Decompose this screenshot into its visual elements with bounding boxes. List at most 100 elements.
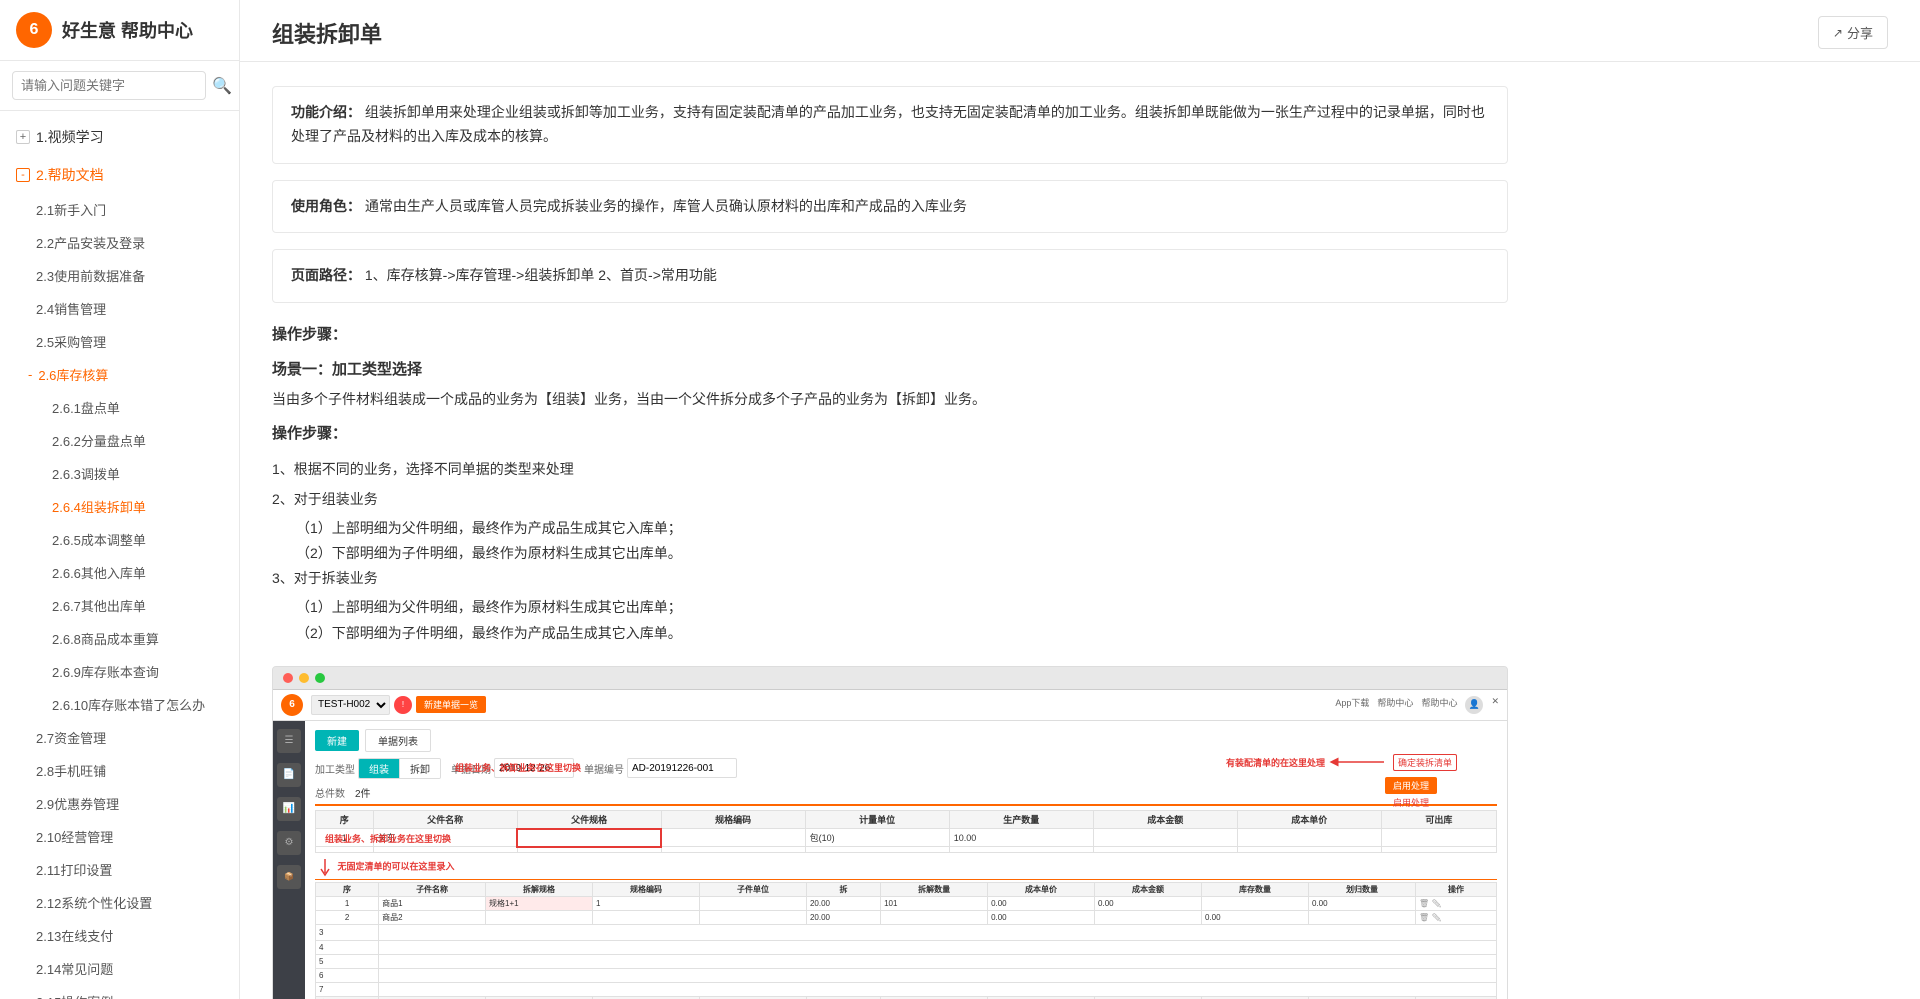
- mock-sub-r2-alloc: [1308, 910, 1415, 924]
- mock-sub-r1-qty: 101: [881, 896, 988, 910]
- mock-list-tab[interactable]: 单据列表: [365, 729, 431, 752]
- mock-apply-btn[interactable]: 启用处理: [1385, 777, 1437, 794]
- sidebar-item-payment[interactable]: 2.13在线支付: [0, 919, 239, 952]
- mock-sub-r1-unit: [699, 896, 806, 910]
- sidebar-item-goods-cost[interactable]: 2.6.8商品成本重算: [0, 622, 239, 655]
- mock-annotation-assembly-type: 组装业务、拆卸业务在这里切换: [325, 832, 451, 845]
- mock-no-field: 单据编号: [584, 758, 737, 778]
- mock-sub-th-op: 操作: [1415, 882, 1496, 896]
- mock-main-area: 新建 单据列表 加工类型 组装 拆卸 单据日期: [305, 721, 1507, 999]
- mock-divider: [315, 804, 1497, 806]
- feature-intro-text: 组装拆卸单用来处理企业组装或拆卸等加工业务，支持有固定装配清单的产品加工业务，也…: [291, 104, 1485, 144]
- search-button[interactable]: 🔍: [212, 76, 232, 96]
- sidebar-item-system[interactable]: 2.12系统个性化设置: [0, 886, 239, 919]
- path-label: 页面路径：: [291, 267, 361, 283]
- sidebar-item-print[interactable]: 2.11打印设置: [0, 853, 239, 886]
- mock-no-input[interactable]: [627, 758, 737, 778]
- mock-sub-r4-rest: [379, 940, 1497, 954]
- sidebar-item-other-out[interactable]: 2.6.7其他出库单: [0, 589, 239, 622]
- mock-sub-r5-rest: [379, 954, 1497, 968]
- mock-parent-cell-spec: [517, 829, 661, 847]
- path-block: 页面路径： 1、库存核算->库存管理->组装拆卸单 2、首页->常用功能: [272, 249, 1508, 303]
- mock-new-tab[interactable]: 新建: [315, 730, 359, 751]
- sidebar-item-assembly[interactable]: 2.6.4组装拆卸单: [0, 490, 239, 523]
- sidebar-item-newcomer[interactable]: 2.1新手入门: [0, 193, 239, 226]
- mock-sub-r1-edit[interactable]: ✏: [1431, 899, 1441, 908]
- mock-sub-r5-seq: 5: [316, 954, 379, 968]
- mock-sub-r1-op: 🗑 ✏: [1415, 896, 1496, 910]
- sidebar-item-mobile[interactable]: 2.8手机旺铺: [0, 754, 239, 787]
- expand-icon: +: [16, 130, 30, 144]
- mock-annotation-enable: 启用处理: [1393, 796, 1429, 809]
- mock-sidebar-icon-2: 📄: [277, 763, 301, 787]
- sidebar-item-partial-stocktake[interactable]: 2.6.2分量盘点单: [0, 424, 239, 457]
- sidebar-item-stocktake[interactable]: 2.6.1盘点单: [0, 391, 239, 424]
- sidebar-item-finance[interactable]: 2.7资金管理: [0, 721, 239, 754]
- mock-sub-th-qty: 拆解数量: [881, 882, 988, 896]
- mock-sidebar-icon-4: ⚙: [277, 831, 301, 855]
- mock-user-center: 帮助中心: [1421, 696, 1457, 714]
- mock-close-icon[interactable]: ✕: [1491, 696, 1499, 714]
- sidebar-item-cost-adjust[interactable]: 2.6.5成本调整单: [0, 523, 239, 556]
- search-input[interactable]: [12, 71, 206, 100]
- sidebar-item-prepare[interactable]: 2.3使用前数据准备: [0, 259, 239, 292]
- mock-sub-r2-seq: 2: [316, 910, 379, 924]
- feature-intro-block: 功能介绍： 组装拆卸单用来处理企业组装或拆卸等加工业务，支持有固定装配清单的产品…: [272, 86, 1508, 164]
- mock-sub-th-code: 规格编码: [593, 882, 700, 896]
- mock-sub-r1-spec: 规格1+1: [486, 896, 593, 910]
- mock-parent-row2-price: [1237, 847, 1381, 853]
- sidebar-item-transfer[interactable]: 2.6.3调拨单: [0, 457, 239, 490]
- sidebar-item-cases[interactable]: 2.15操作案例: [0, 985, 239, 999]
- mock-sub-r2-name: 商品2: [379, 910, 486, 924]
- role-label: 使用角色：: [291, 198, 361, 214]
- mock-sub-row-2: 2 商品2 20.00 0.00 0.00: [316, 910, 1497, 924]
- mock-sub-r2-amount: [1095, 910, 1202, 924]
- mock-sub-th-alloc: 划归数量: [1308, 882, 1415, 896]
- sidebar-item-purchase[interactable]: 2.5采购管理: [0, 325, 239, 358]
- mock-org-select[interactable]: TEST-H002: [311, 695, 390, 715]
- mock-sub-row-6: 6: [316, 968, 1497, 982]
- step2-sub2: （2）下部明细为子件明细，最终作为原材料生成其它出库单。: [272, 541, 1508, 566]
- mock-form-type: 加工类型 组装 拆卸: [315, 758, 441, 779]
- mock-parent-row2-code: [661, 847, 805, 853]
- sidebar-item-docs[interactable]: - 2.帮助文档: [0, 157, 239, 193]
- mock-parent-cell-unit: 包(10): [805, 829, 949, 847]
- sidebar-item-stock-check[interactable]: 2.6.9库存账本查询: [0, 655, 239, 688]
- step2: 2、对于组装业务: [272, 487, 1508, 512]
- mock-sub-r1-price: 0.00: [988, 896, 1095, 910]
- operation-steps: 操作步骤： 场景一：加工类型选择 当由多个子件材料组装成一个成品的业务为【组装】…: [272, 323, 1508, 646]
- mock-new-doc-btn[interactable]: 新建单据一览: [416, 696, 486, 713]
- sidebar-item-other-in[interactable]: 2.6.6其他入库单: [0, 556, 239, 589]
- sidebar-item-install[interactable]: 2.2产品安装及登录: [0, 226, 239, 259]
- main-content: 组装拆卸单 ↗ 分享 功能介绍： 组装拆卸单用来处理企业组装或拆卸等加工业务，支…: [240, 0, 1920, 999]
- mock-count-row: 总件数 2件 组装业务、拆卸业务在这里切换 启用处理 启用处理: [315, 785, 1497, 800]
- sidebar-item-account-error[interactable]: 2.6.10库存账本错了怎么办: [0, 688, 239, 721]
- sidebar-nav: + 1.视频学习 - 2.帮助文档 2.1新手入门 2.2产品安装及登录 2.3…: [0, 111, 239, 999]
- mock-sub-r2-spec: [486, 910, 593, 924]
- mock-sub-r6-rest: [379, 968, 1497, 982]
- mock-disassembly-tab[interactable]: 拆卸: [399, 759, 440, 778]
- screenshot-container: 6 TEST-H002 ! 新建单据一览 App下载 帮助中心 帮助中心 👤 ✕: [272, 666, 1508, 999]
- mock-sub-r2-edit[interactable]: ✏: [1431, 913, 1441, 922]
- mock-sub-th-seq: 序: [316, 882, 379, 896]
- sidebar-item-operation[interactable]: 2.10经营管理: [0, 820, 239, 853]
- mock-sub-divider: [315, 879, 1497, 880]
- sidebar-item-sales[interactable]: 2.4销售管理: [0, 292, 239, 325]
- mock-th-unit: 计量单位: [805, 810, 949, 829]
- share-button[interactable]: ↗ 分享: [1818, 16, 1888, 49]
- mock-help-center: 帮助中心: [1377, 696, 1413, 714]
- brand-name: 好生意 帮助中心: [62, 17, 193, 43]
- mock-sub-r3-seq: 3: [316, 924, 379, 940]
- sidebar-item-video[interactable]: + 1.视频学习: [0, 119, 239, 155]
- mock-sub-r2-delete[interactable]: 🗑: [1419, 913, 1429, 922]
- mock-assembly-tab[interactable]: 组装: [359, 759, 399, 778]
- step3-sub1: （1）上部明细为父件明细，最终作为原材料生成其它出库单；: [272, 595, 1508, 620]
- mock-sub-r1-delete[interactable]: 🗑: [1419, 899, 1429, 908]
- mock-count-value: 2件: [355, 785, 371, 800]
- mock-confirm-btn-box: 确定装拆清单: [1393, 754, 1457, 771]
- sidebar-item-inventory[interactable]: - 2.6库存核算: [0, 358, 239, 391]
- mock-sub-r4-seq: 4: [316, 940, 379, 954]
- mock-sub-th-stock: 库存数量: [1202, 882, 1309, 896]
- sidebar-item-coupon[interactable]: 2.9优惠券管理: [0, 787, 239, 820]
- sidebar-item-faq[interactable]: 2.14常见问题: [0, 952, 239, 985]
